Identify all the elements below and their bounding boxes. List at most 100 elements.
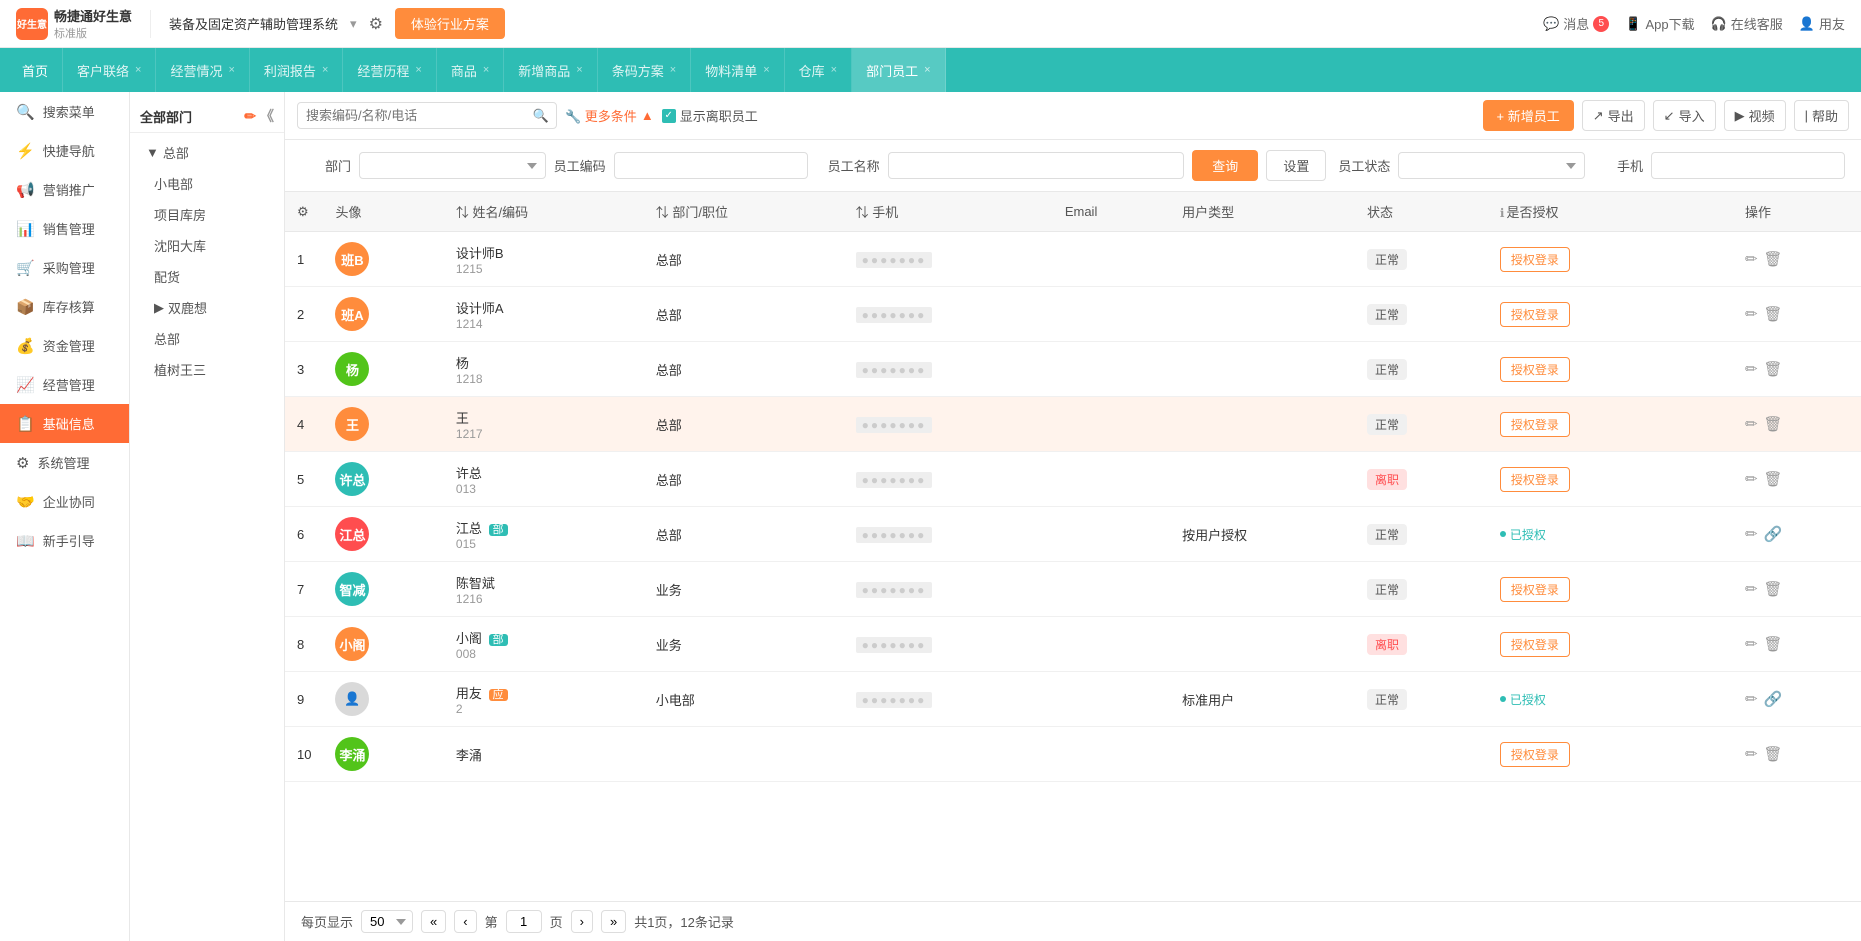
tab-close-icon[interactable]: ×: [483, 64, 489, 76]
edit-button[interactable]: ✏: [1745, 470, 1758, 488]
delete-button[interactable]: 🗑: [1764, 745, 1783, 763]
sidebar-item-basic[interactable]: 📋 基础信息: [0, 404, 129, 443]
tab-close-icon[interactable]: ×: [322, 64, 328, 76]
edit-button[interactable]: ✏: [1745, 635, 1758, 653]
more-filter-button[interactable]: 🔧 更多条件 ▲: [565, 106, 654, 125]
next-page-button[interactable]: ›: [571, 910, 593, 933]
dept-item-zb2[interactable]: 总部: [130, 323, 284, 354]
dept-item-xiaodian[interactable]: 小电部: [130, 168, 284, 199]
dept-item-shenyang[interactable]: 沈阳大库: [130, 230, 284, 261]
emp-name-input[interactable]: [888, 152, 1185, 179]
edit-button[interactable]: ✏: [1745, 250, 1758, 268]
msg-button[interactable]: 💬 消息 5: [1543, 14, 1609, 33]
tab-home[interactable]: 首页: [8, 48, 63, 92]
edit-button[interactable]: ✏: [1745, 690, 1758, 708]
dept-item-zongbu[interactable]: ▼ 总部: [130, 137, 284, 168]
add-employee-button[interactable]: + 新增员工: [1483, 100, 1574, 131]
settings-icon[interactable]: ⚙: [297, 204, 309, 219]
tab-close-icon[interactable]: ×: [576, 64, 582, 76]
link-button[interactable]: 🔗: [1764, 690, 1783, 708]
edit-button[interactable]: ✏: [1745, 305, 1758, 323]
auth-button[interactable]: 授权登录: [1500, 467, 1570, 492]
dept-edit-icon[interactable]: ✏: [244, 108, 256, 125]
dept-item-zhishu[interactable]: 植树王三: [130, 354, 284, 385]
support-button[interactable]: 🎧 在线客服: [1711, 14, 1783, 33]
tab-employees[interactable]: 部门员工 ×: [852, 48, 945, 92]
sort-icon-dept[interactable]: ⇅: [656, 205, 669, 220]
tab-close-icon[interactable]: ×: [924, 64, 930, 76]
sidebar-item-system[interactable]: ⚙ 系统管理: [0, 443, 129, 482]
delete-button[interactable]: 🗑: [1764, 635, 1783, 653]
sidebar-item-marketing[interactable]: 📢 营销推广: [0, 170, 129, 209]
link-button[interactable]: 🔗: [1764, 525, 1783, 543]
sort-icon-phone[interactable]: ⇅: [856, 205, 869, 220]
reset-button[interactable]: 设置: [1266, 150, 1326, 181]
tab-warehouse[interactable]: 仓库 ×: [785, 48, 852, 92]
emp-code-input[interactable]: [614, 152, 808, 179]
emp-status-select[interactable]: [1398, 152, 1585, 179]
sidebar-item-collab[interactable]: 🤝 企业协同: [0, 482, 129, 521]
sidebar-item-mgmt[interactable]: 📈 经营管理: [0, 365, 129, 404]
auth-button[interactable]: 授权登录: [1500, 357, 1570, 382]
phone-input[interactable]: [1651, 152, 1845, 179]
dept-item-project[interactable]: 项目库房: [130, 199, 284, 230]
tab-profit[interactable]: 利润报告 ×: [250, 48, 343, 92]
dept-filter-select[interactable]: [359, 152, 546, 179]
gear-button[interactable]: ⚙: [365, 14, 387, 34]
tab-close-icon[interactable]: ×: [415, 64, 421, 76]
dept-collapse-icon[interactable]: 《: [260, 106, 274, 126]
tab-goods[interactable]: 商品 ×: [437, 48, 504, 92]
app-download-button[interactable]: 📱 App下载: [1625, 14, 1694, 33]
tab-operation[interactable]: 经营情况 ×: [156, 48, 249, 92]
page-input[interactable]: [506, 910, 542, 933]
edit-button[interactable]: ✏: [1745, 415, 1758, 433]
edit-button[interactable]: ✏: [1745, 525, 1758, 543]
dept-item-shuanglu[interactable]: ▶ 双鹿想: [130, 292, 284, 323]
auth-button[interactable]: 授权登录: [1500, 247, 1570, 272]
tab-new-goods[interactable]: 新增商品 ×: [504, 48, 597, 92]
sidebar-item-guide[interactable]: 📖 新手引导: [0, 521, 129, 560]
export-button[interactable]: ↗ 导出: [1582, 100, 1645, 131]
auth-button[interactable]: 授权登录: [1500, 577, 1570, 602]
import-button[interactable]: ↙ 导入: [1653, 100, 1716, 131]
try-button[interactable]: 体验行业方案: [395, 8, 505, 39]
tab-close-icon[interactable]: ×: [763, 64, 769, 76]
tab-barcode[interactable]: 条码方案 ×: [598, 48, 691, 92]
delete-button[interactable]: 🗑: [1764, 305, 1783, 323]
first-page-button[interactable]: «: [421, 910, 446, 933]
per-page-select[interactable]: 50 100 200: [361, 910, 413, 933]
tab-process[interactable]: 经营历程 ×: [343, 48, 436, 92]
search-input[interactable]: [297, 102, 557, 129]
auth-button[interactable]: 授权登录: [1500, 412, 1570, 437]
delete-button[interactable]: 🗑: [1764, 470, 1783, 488]
user-menu[interactable]: 👤 用友: [1799, 14, 1845, 33]
auth-button[interactable]: 授权登录: [1500, 742, 1570, 767]
show-resigned-toggle[interactable]: ✓ 显示离职员工: [662, 106, 758, 125]
delete-button[interactable]: 🗑: [1764, 250, 1783, 268]
prev-page-button[interactable]: ‹: [454, 910, 476, 933]
delete-button[interactable]: 🗑: [1764, 580, 1783, 598]
help-button[interactable]: | 帮助: [1794, 100, 1849, 131]
tab-customer[interactable]: 客户联络 ×: [63, 48, 156, 92]
delete-button[interactable]: 🗑: [1764, 360, 1783, 378]
tab-close-icon[interactable]: ×: [670, 64, 676, 76]
sidebar-item-search[interactable]: 🔍 搜索菜单: [0, 92, 129, 131]
dept-item-peihuo[interactable]: 配货: [130, 261, 284, 292]
tab-bom[interactable]: 物料清单 ×: [691, 48, 784, 92]
edit-button[interactable]: ✏: [1745, 745, 1758, 763]
sidebar-item-purchase[interactable]: 🛒 采购管理: [0, 248, 129, 287]
edit-button[interactable]: ✏: [1745, 360, 1758, 378]
view-button[interactable]: ▶ 视频: [1724, 100, 1786, 131]
show-resigned-checkbox[interactable]: ✓: [662, 109, 676, 123]
system-dropdown-icon[interactable]: ▾: [350, 16, 357, 32]
sidebar-item-sales[interactable]: 📊 销售管理: [0, 209, 129, 248]
tab-close-icon[interactable]: ×: [831, 64, 837, 76]
tab-close-icon[interactable]: ×: [228, 64, 234, 76]
sidebar-item-quicknav[interactable]: ⚡ 快捷导航: [0, 131, 129, 170]
edit-button[interactable]: ✏: [1745, 580, 1758, 598]
last-page-button[interactable]: »: [601, 910, 626, 933]
auth-button[interactable]: 授权登录: [1500, 302, 1570, 327]
auth-button[interactable]: 授权登录: [1500, 632, 1570, 657]
sidebar-item-finance[interactable]: 💰 资金管理: [0, 326, 129, 365]
sidebar-item-inventory[interactable]: 📦 库存核算: [0, 287, 129, 326]
